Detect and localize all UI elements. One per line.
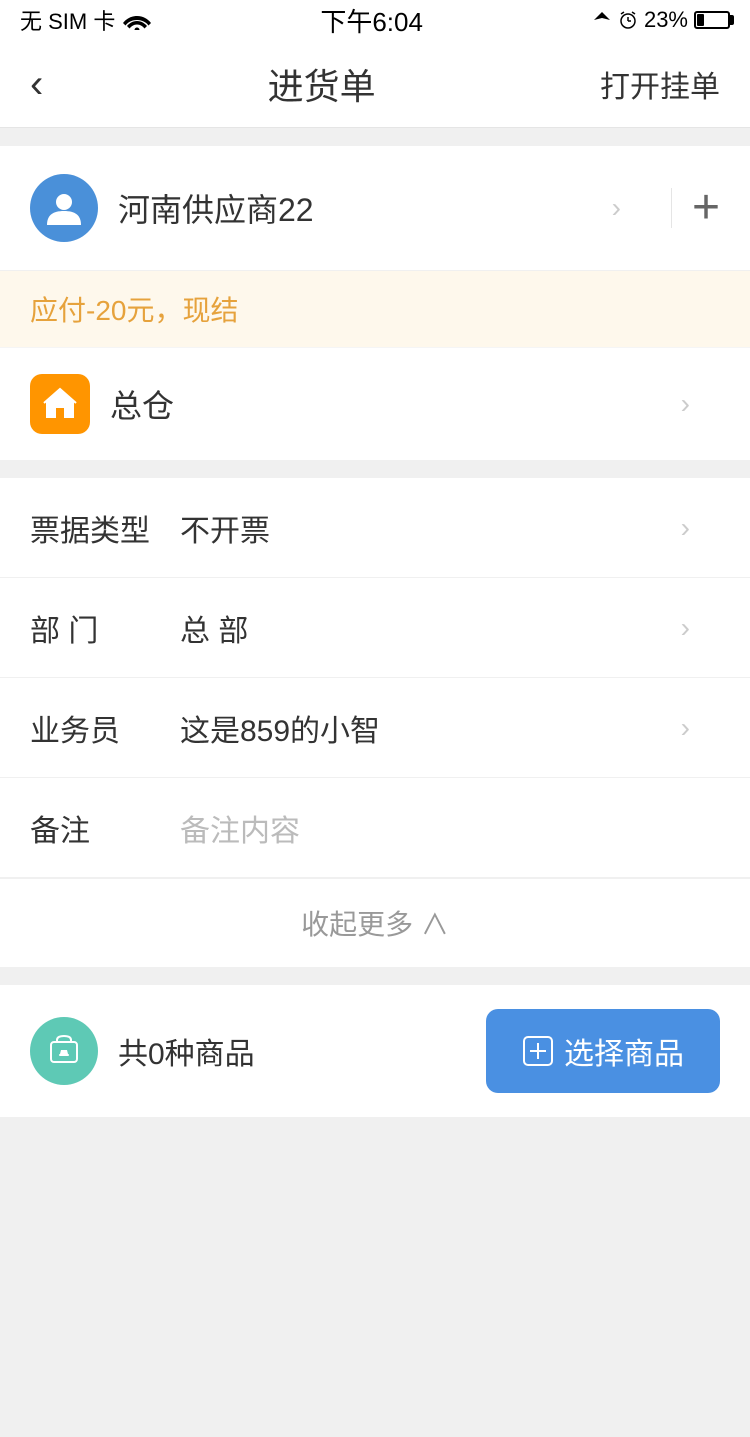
back-button[interactable]: ‹ <box>30 64 43 104</box>
top-divider <box>0 128 750 146</box>
bottom-bar: 共0种商品 选择商品 <box>0 985 750 1117</box>
salesperson-chevron-icon: › <box>681 712 690 744</box>
select-product-button[interactable]: 选择商品 <box>486 1009 720 1093</box>
invoice-type-label: 票据类型 <box>30 506 170 550</box>
collapse-button[interactable]: 收起更多 ∧ <box>0 878 750 967</box>
department-chevron-icon: › <box>681 612 690 644</box>
supplier-separator <box>671 188 672 228</box>
wifi-icon <box>123 10 151 30</box>
collapse-text: 收起更多 ∧ <box>301 909 449 940</box>
salesperson-value: 这是859的小智 <box>180 706 681 750</box>
invoice-type-chevron-icon: › <box>681 512 690 544</box>
battery-icon <box>694 11 730 29</box>
carrier-text: 无 SIM 卡 <box>20 4 115 36</box>
supplier-name: 河南供应商22 <box>118 185 612 231</box>
empty-area <box>0 1117 750 1437</box>
supplier-row[interactable]: 河南供应商22 › + <box>0 146 750 271</box>
supplier-avatar <box>30 174 98 242</box>
warehouse-name: 总仓 <box>110 381 681 427</box>
warehouse-chevron-icon: › <box>681 388 690 420</box>
product-count-text: 共0种商品 <box>118 1029 466 1073</box>
person-icon <box>45 189 83 227</box>
invoice-type-row[interactable]: 票据类型 不开票 › <box>0 478 750 578</box>
salesperson-label: 业务员 <box>30 706 170 750</box>
alarm-icon <box>618 10 638 30</box>
warehouse-icon <box>30 374 90 434</box>
status-time: 下午6:04 <box>320 2 423 39</box>
add-supplier-button[interactable]: + <box>692 184 720 232</box>
select-product-icon <box>522 1035 554 1067</box>
notice-text: 应付-20元，现结 <box>30 295 238 326</box>
department-value: 总 部 <box>180 606 681 650</box>
supplier-card: 河南供应商22 › + 应付-20元，现结 总仓 › <box>0 146 750 460</box>
status-carrier: 无 SIM 卡 <box>20 4 151 36</box>
department-row[interactable]: 部 门 总 部 › <box>0 578 750 678</box>
form-section: 票据类型 不开票 › 部 门 总 部 › 业务员 这是859的小智 › 备注 备… <box>0 478 750 967</box>
salesperson-row[interactable]: 业务员 这是859的小智 › <box>0 678 750 778</box>
house-icon <box>42 386 78 422</box>
status-icons: 23% <box>592 7 730 33</box>
warehouse-row[interactable]: 总仓 › <box>0 347 750 460</box>
cart-icon <box>45 1032 83 1070</box>
open-pending-button[interactable]: 打开挂单 <box>600 62 720 106</box>
battery-percent: 23% <box>644 7 688 33</box>
nav-bar: ‹ 进货单 打开挂单 <box>0 40 750 128</box>
department-label: 部 门 <box>30 606 170 650</box>
page-title: 进货单 <box>268 58 376 110</box>
status-bar: 无 SIM 卡 下午6:04 23% <box>0 0 750 40</box>
remark-input[interactable]: 备注内容 <box>180 806 720 850</box>
remark-label: 备注 <box>30 806 170 850</box>
invoice-type-value: 不开票 <box>180 506 681 550</box>
location-icon <box>592 10 612 30</box>
remark-row[interactable]: 备注 备注内容 <box>0 778 750 878</box>
select-product-label: 选择商品 <box>564 1029 684 1073</box>
notice-bar: 应付-20元，现结 <box>0 271 750 347</box>
product-count-icon <box>30 1017 98 1085</box>
supplier-chevron-icon: › <box>612 192 621 224</box>
